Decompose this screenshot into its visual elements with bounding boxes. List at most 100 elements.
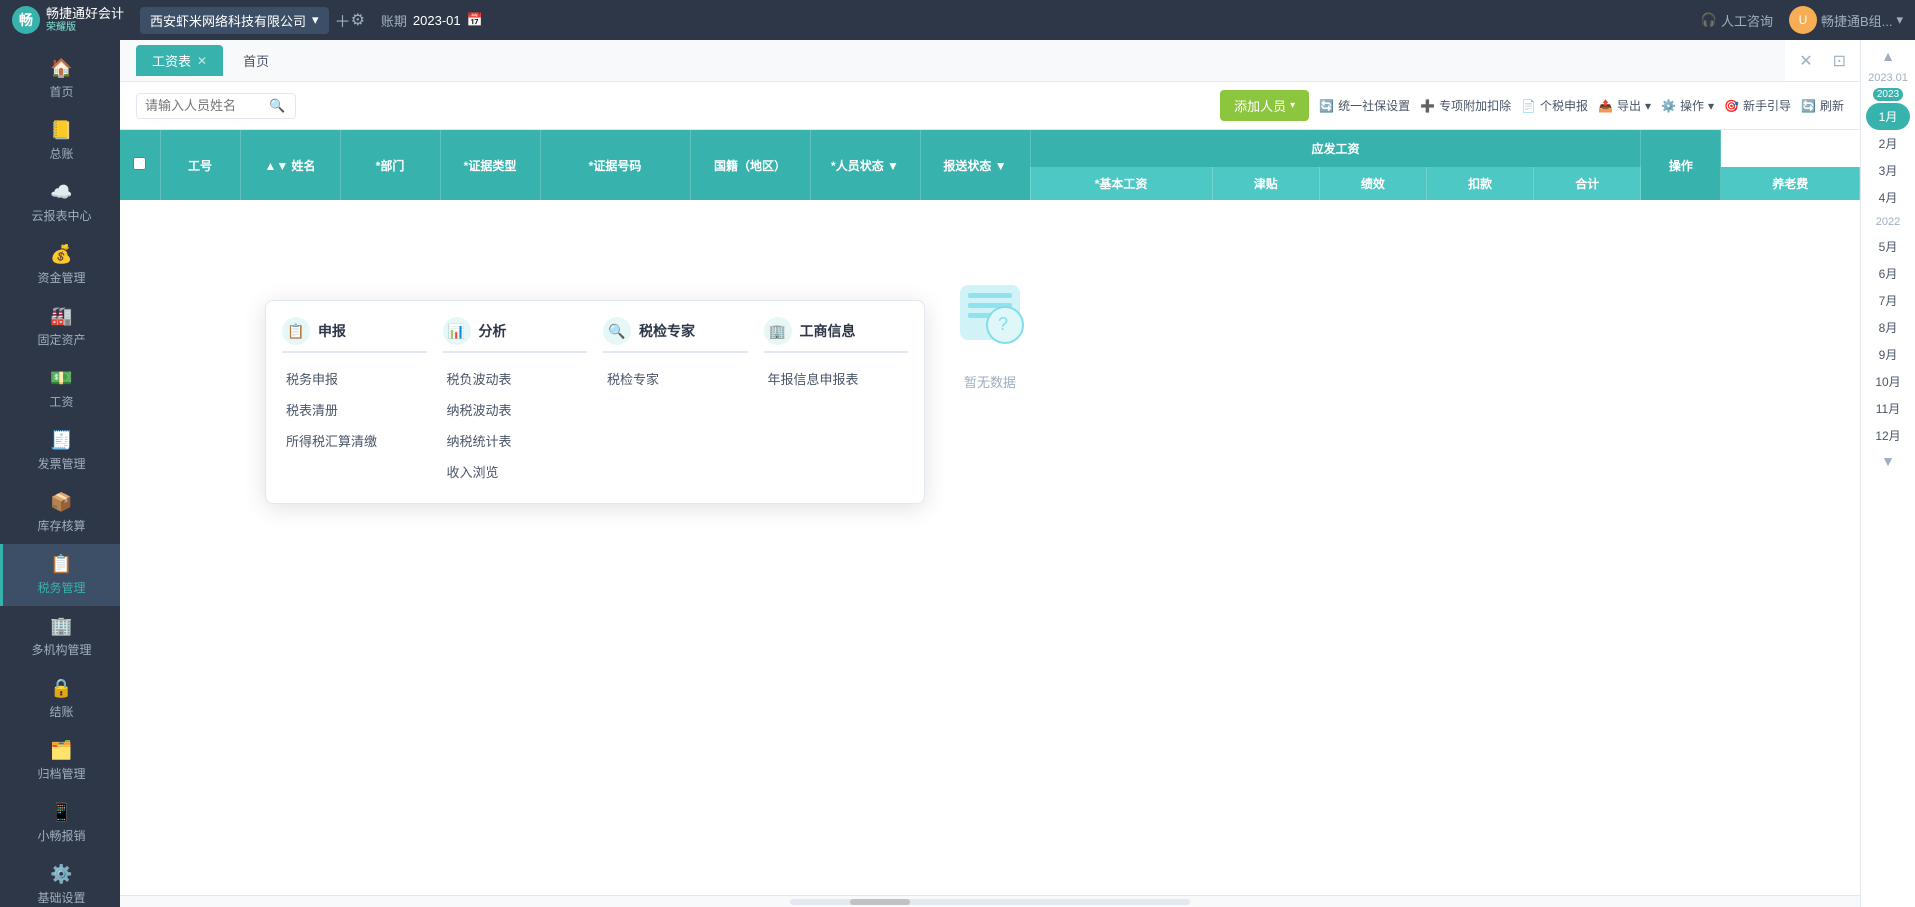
dropdown-item-tax-form[interactable]: 税表清册 <box>282 394 427 425</box>
search-icon: 🔍 <box>269 98 285 114</box>
dropdown-section-business: 🏢 工商信息 年报信息申报表 <box>764 317 909 487</box>
month-item-10月[interactable]: 10月 <box>1866 368 1910 395</box>
dropdown-section-declaration: 📋 申报 税务申报税表清册所得税汇算清缴 <box>282 317 427 487</box>
sidebar-item-mini[interactable]: 📱 小畅报销 <box>0 792 120 854</box>
svg-text:?: ? <box>998 314 1008 334</box>
invoice-icon: 🧾 <box>50 430 72 451</box>
empty-text: 暂无数据 <box>964 372 1016 391</box>
th-报送状态: 报送状态 ▼ <box>920 130 1030 200</box>
sidebar-item-asset[interactable]: 🏭 固定资产 <box>0 296 120 358</box>
toolbar-action-export[interactable]: 📤 导出▾ <box>1598 97 1651 114</box>
toolbar-action-label-special-deduct: 专项附加扣除 <box>1439 97 1511 114</box>
sidebar-item-archive[interactable]: 🗂️ 归档管理 <box>0 730 120 792</box>
app-layout: 🏠 首页 📒 总账 ☁️ 云报表中心 💰 资金管理 🏭 固定资产 💵 工资 🧾 … <box>0 40 1915 907</box>
sidebar-item-salary[interactable]: 💵 工资 <box>0 358 120 420</box>
calendar-icon[interactable]: 📅 <box>467 12 483 28</box>
analysis-section-icon: 📊 <box>443 317 471 345</box>
add-employee-button[interactable]: 添加人员 ▾ <box>1220 90 1309 121</box>
month-item-9月[interactable]: 9月 <box>1866 341 1910 368</box>
month-item-12月[interactable]: 12月 <box>1866 422 1910 449</box>
logo-icon: 畅 <box>12 6 40 34</box>
user-action[interactable]: U 畅捷通B组... ▾ <box>1789 6 1903 34</box>
declaration-section-icon: 📋 <box>282 317 310 345</box>
dropdown-item-tax-pay-fluctuation[interactable]: 纳税波动表 <box>443 394 588 425</box>
search-input[interactable] <box>145 98 265 113</box>
toolbar-action-tax-return[interactable]: 📄 个税申报 <box>1521 97 1588 114</box>
toolbar-action-operation[interactable]: ⚙️ 操作 ▾ <box>1661 97 1714 114</box>
dropdown-section-analysis: 📊 分析 税负波动表纳税波动表纳税统计表收入浏览 <box>443 317 588 487</box>
panel-down-arrow[interactable]: ▼ <box>1877 449 1899 473</box>
app-logo: 畅 畅捷通好会计 荣耀版 <box>12 6 132 34</box>
dropdown-item-tax-stats[interactable]: 纳税统计表 <box>443 425 588 456</box>
panel-up-arrow[interactable]: ▲ <box>1877 44 1899 68</box>
month-item-2月[interactable]: 2月 <box>1866 130 1910 157</box>
month-item-7月[interactable]: 7月 <box>1866 287 1910 314</box>
dropdown-item-tax-expert-item[interactable]: 税检专家 <box>603 363 748 394</box>
new-guide-icon: 🎯 <box>1724 99 1739 113</box>
company-selector[interactable]: 西安虾米网络科技有限公司 ▾ <box>140 7 329 34</box>
sidebar-item-home[interactable]: 🏠 首页 <box>0 48 120 110</box>
dropdown-item-income-calc[interactable]: 所得税汇算清缴 <box>282 425 427 456</box>
sidebar-item-ledger[interactable]: 📒 总账 <box>0 110 120 172</box>
logo-text: 畅捷通好会计 荣耀版 <box>46 6 124 34</box>
operation-icon: ⚙️ <box>1661 99 1676 113</box>
month-item-8月[interactable]: 8月 <box>1866 314 1910 341</box>
dropdown-title-tax-expert: 🔍 税检专家 <box>603 317 748 353</box>
search-wrapper: 🔍 <box>136 93 296 119</box>
business-section-icon: 🏢 <box>764 317 792 345</box>
month-item-5月[interactable]: 5月 <box>1866 233 1910 260</box>
month-item-1月[interactable]: 1月 <box>1866 103 1910 130</box>
maximize-window-button[interactable]: ⊡ <box>1827 49 1852 73</box>
tab-close-payroll[interactable]: ✕ <box>197 54 207 68</box>
sidebar-item-fund[interactable]: 💰 资金管理 <box>0 234 120 296</box>
th-证据号码: *证据号码 <box>540 130 690 200</box>
refresh-icon: 🔄 <box>1801 99 1816 113</box>
month-item-11月[interactable]: 11月 <box>1866 395 1910 422</box>
dropdown-item-annual-report[interactable]: 年报信息申报表 <box>764 363 909 394</box>
chevron-down-icon-export: ▾ <box>1645 99 1651 113</box>
sidebar-item-tax[interactable]: 📋 税务管理 <box>0 544 120 606</box>
dropdown-item-tax-fluctuation[interactable]: 税负波动表 <box>443 363 588 394</box>
tab-payroll[interactable]: 工资表✕ <box>136 45 223 76</box>
support-action[interactable]: 🎧 人工咨询 <box>1701 11 1773 30</box>
table-wrapper[interactable]: 工号▲▼ 姓名*部门*证据类型*证据号码国籍（地区）*人员状态 ▼报送状态 ▼应… <box>120 130 1860 895</box>
toolbar-action-new-guide[interactable]: 🎯 新手引导 <box>1724 97 1791 114</box>
chevron-down-icon: ▾ <box>312 12 319 28</box>
basic-icon: ⚙️ <box>50 864 72 885</box>
sidebar-item-close[interactable]: 🔒 结账 <box>0 668 120 730</box>
month-item-6月[interactable]: 6月 <box>1866 260 1910 287</box>
dropdown-menu: 📋 申报 税务申报税表清册所得税汇算清缴 📊 分析 税负波动表纳税波动表纳税统计… <box>265 300 925 504</box>
avatar: U <box>1789 6 1817 34</box>
sidebar-label-mini: 小畅报销 <box>37 827 85 844</box>
close-icon: 🔒 <box>50 678 72 699</box>
toolbar-action-label-operation: 操作 <box>1680 97 1704 114</box>
dropdown-title-analysis: 📊 分析 <box>443 317 588 353</box>
toolbar-action-refresh[interactable]: 🔄 刷新 <box>1801 97 1844 114</box>
special-deduct-icon: ➕ <box>1420 99 1435 113</box>
sidebar-item-inventory[interactable]: 📦 库存核算 <box>0 482 120 544</box>
settings-button[interactable]: ⚙ <box>351 10 365 30</box>
sidebar-item-multi[interactable]: 🏢 多机构管理 <box>0 606 120 668</box>
dropdown-item-tax-return[interactable]: 税务申报 <box>282 363 427 394</box>
dropdown-item-income-browse[interactable]: 收入浏览 <box>443 456 588 487</box>
home-icon: 🏠 <box>50 58 72 79</box>
month-item-3月[interactable]: 3月 <box>1866 157 1910 184</box>
year-tag-2023: 2023 <box>1873 88 1903 101</box>
toolbar-action-social-security[interactable]: 🔄 统一社保设置 <box>1319 97 1410 114</box>
tax-return-icon: 📄 <box>1521 99 1536 113</box>
select-all-checkbox[interactable] <box>133 157 146 170</box>
th-津贴: 津贴 <box>1212 167 1319 200</box>
toolbar: 🔍 添加人员 ▾ 🔄 统一社保设置 ➕ 专项附加扣除 📄 个税申报 📤 导出▾ ⚙️ 操… <box>120 82 1860 130</box>
close-window-button[interactable]: ✕ <box>1793 49 1818 73</box>
month-item-4月[interactable]: 4月 <box>1866 184 1910 211</box>
tab-home[interactable]: 首页 <box>227 45 285 76</box>
sidebar-item-basic[interactable]: ⚙️ 基础设置 <box>0 854 120 907</box>
archive-icon: 🗂️ <box>50 740 72 761</box>
sidebar-item-invoice[interactable]: 🧾 发票管理 <box>0 420 120 482</box>
chevron-down-icon-operation: ▾ <box>1708 99 1714 113</box>
sidebar-item-cloud[interactable]: ☁️ 云报表中心 <box>0 172 120 234</box>
add-company-button[interactable]: ＋ <box>335 8 351 32</box>
toolbar-action-special-deduct[interactable]: ➕ 专项附加扣除 <box>1420 97 1511 114</box>
tab-label-home: 首页 <box>243 51 269 70</box>
empty-illustration: ? <box>940 260 1040 360</box>
